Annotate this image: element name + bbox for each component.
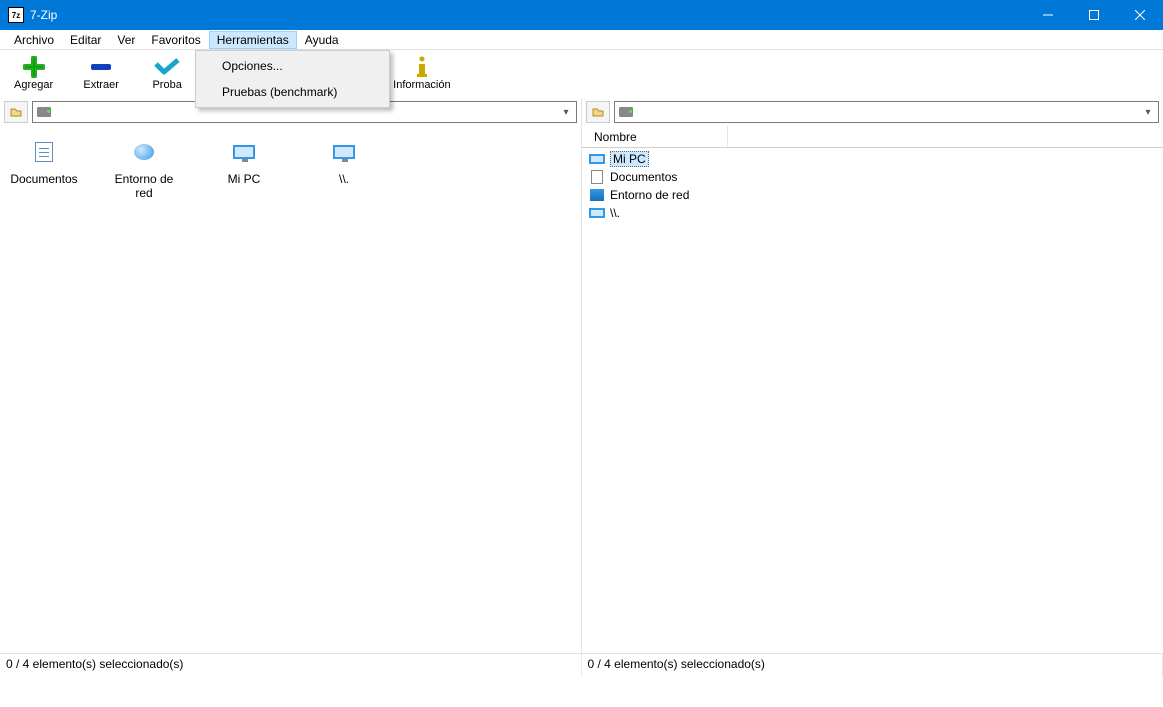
item-unc-root[interactable]: \\. [308,136,380,186]
window-title: 7-Zip [30,8,1025,22]
drive-icon [619,105,635,119]
drive-icon [37,105,53,119]
folder-up-icon [591,105,605,119]
statusbar: 0 / 4 elemento(s) seleccionado(s) 0 / 4 … [0,653,1163,677]
list-item-mi-pc[interactable]: Mi PC [582,150,1163,168]
left-pane: ▾ Documentos Entorno de red Mi PC \\. [0,98,582,653]
menu-favoritos[interactable]: Favoritos [143,31,208,49]
minus-icon [85,57,117,77]
folder-up-icon [9,105,23,119]
panes: ▾ Documentos Entorno de red Mi PC \\. [0,98,1163,653]
right-status: 0 / 4 elemento(s) seleccionado(s) [582,654,1163,677]
minimize-button[interactable] [1025,0,1071,30]
chevron-down-icon[interactable]: ▾ [1140,102,1156,122]
menu-herramientas[interactable]: Herramientas [209,31,297,49]
list-item-unc-root[interactable]: \\. [582,204,1163,222]
item-documentos[interactable]: Documentos [8,136,80,186]
menu-archivo[interactable]: Archivo [6,31,62,49]
monitor-icon [224,136,264,168]
list-item-documentos[interactable]: Documentos [582,168,1163,186]
herramientas-dropdown: Opciones... Pruebas (benchmark) [195,50,390,108]
dd-opciones[interactable]: Opciones... [198,53,387,79]
document-icon [24,136,64,168]
item-entorno-de-red[interactable]: Entorno de red [108,136,180,201]
menubar: Archivo Editar Ver Favoritos Herramienta… [0,30,1163,50]
monitor-icon [588,151,606,167]
item-mi-pc[interactable]: Mi PC [208,136,280,186]
maximize-button[interactable] [1071,0,1117,30]
menu-editar[interactable]: Editar [62,31,109,49]
menu-ayuda[interactable]: Ayuda [297,31,347,49]
left-up-button[interactable] [4,101,28,123]
list-item-entorno-de-red[interactable]: Entorno de red [582,186,1163,204]
monitor-icon [324,136,364,168]
monitor-icon [588,205,606,221]
info-icon [406,57,438,77]
chevron-down-icon[interactable]: ▾ [558,102,574,122]
tb-agregar[interactable]: Agregar [8,55,59,93]
right-listview[interactable]: Nombre Mi PC Documentos Entorno de red [582,126,1163,653]
col-nombre[interactable]: Nombre [588,126,728,147]
check-icon [151,57,183,77]
tb-informacion[interactable]: Información [387,55,456,93]
menu-ver[interactable]: Ver [109,31,143,49]
network-icon [124,136,164,168]
right-up-button[interactable] [586,101,610,123]
tb-extraer[interactable]: Extraer [77,55,125,93]
right-path-combo[interactable]: ▾ [614,101,1159,123]
window-controls [1025,0,1163,30]
document-icon [588,169,606,185]
network-icon [588,187,606,203]
close-button[interactable] [1117,0,1163,30]
toolbar: Agregar Extraer Proba rrar Información [0,50,1163,98]
left-status: 0 / 4 elemento(s) seleccionado(s) [0,654,582,677]
list-header: Nombre [582,126,1163,148]
left-iconview[interactable]: Documentos Entorno de red Mi PC \\. [0,126,581,653]
tb-probar[interactable]: Proba [143,55,191,93]
app-icon: 7z [8,7,24,23]
titlebar: 7z 7-Zip [0,0,1163,30]
dd-benchmark[interactable]: Pruebas (benchmark) [198,79,387,105]
plus-icon [18,57,50,77]
right-pane: ▾ Nombre Mi PC Documentos Entorno de red [582,98,1163,653]
right-path-row: ▾ [582,98,1163,126]
